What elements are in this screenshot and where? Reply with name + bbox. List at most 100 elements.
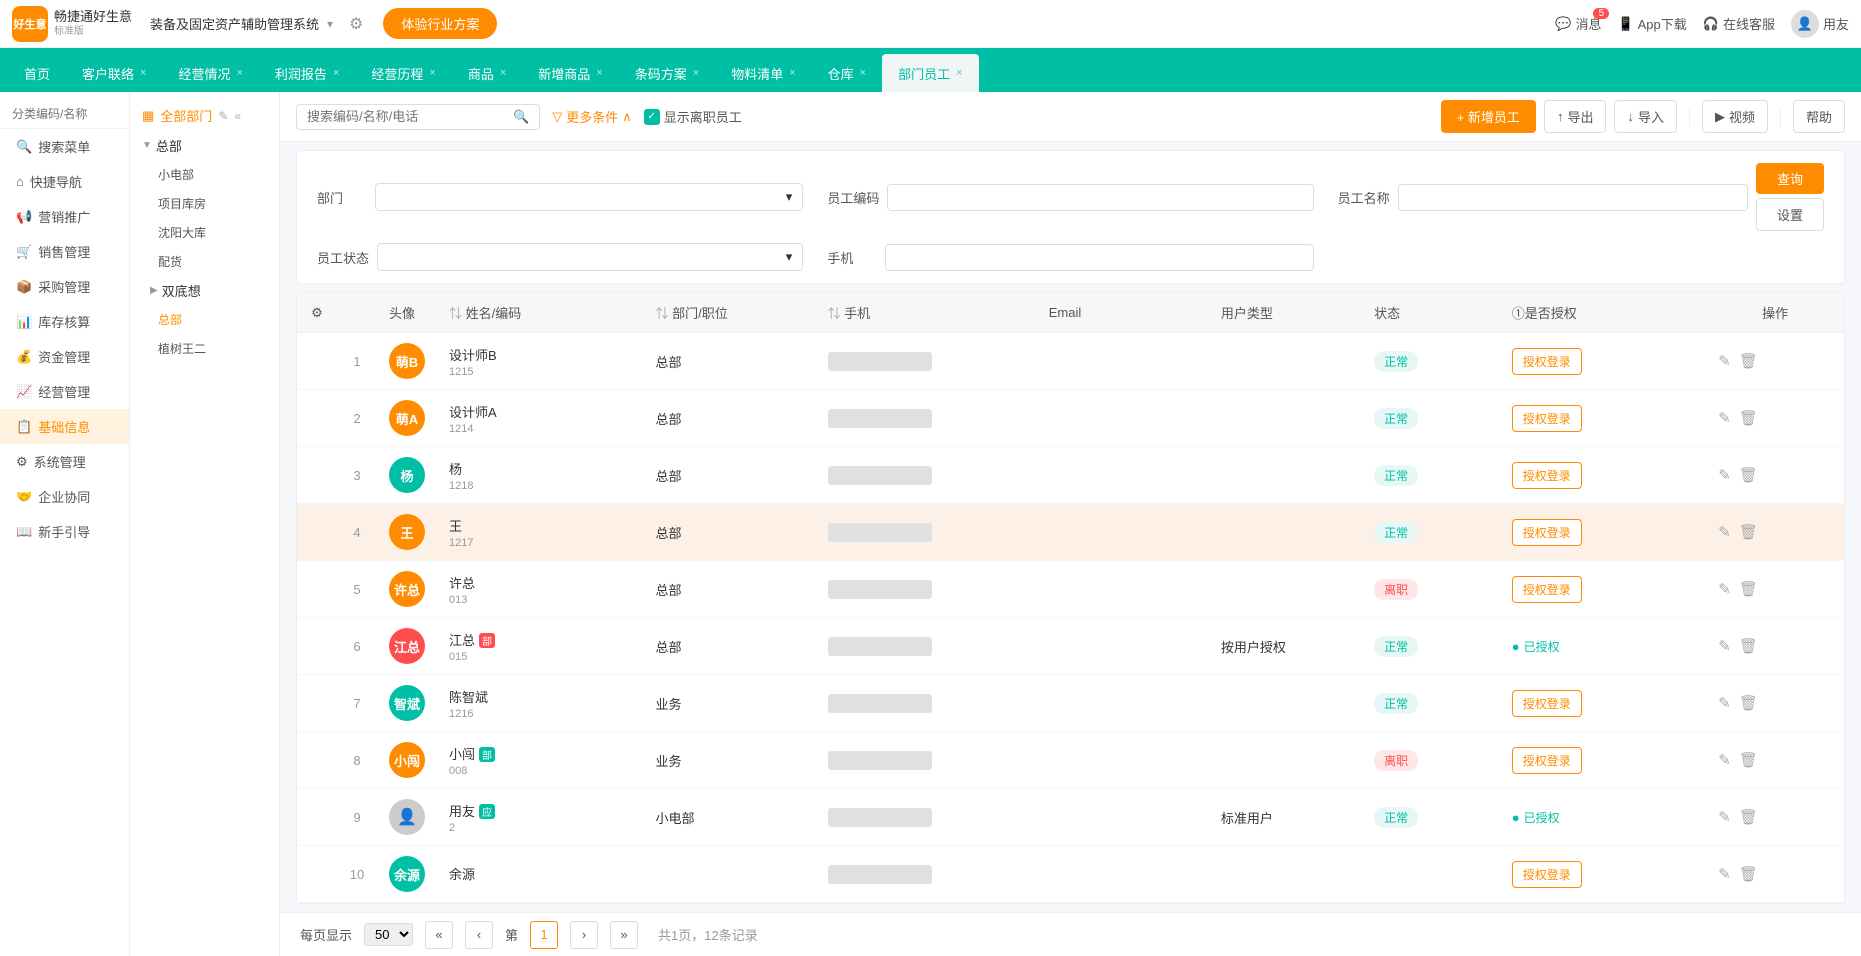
close-tab-icon[interactable]: × <box>140 67 146 79</box>
delete-btn-0[interactable]: 🗑 <box>1739 352 1758 370</box>
filter-empcode-input[interactable] <box>887 184 1313 211</box>
close-tab-icon[interactable]: × <box>693 67 699 79</box>
search-input[interactable] <box>307 109 507 124</box>
more-filter-btn[interactable]: ▽ 更多条件 ∧ <box>552 107 632 126</box>
view-button[interactable]: ▶ 视频 <box>1702 100 1768 133</box>
prev-page-btn[interactable]: ‹ <box>465 921 493 949</box>
close-tab-icon[interactable]: × <box>596 67 602 79</box>
collapse-hq-icon[interactable]: ▼ <box>142 140 152 151</box>
reset-button[interactable]: 设置 <box>1756 198 1824 231</box>
nav-tab-新增商品[interactable]: 新增商品× <box>522 54 618 92</box>
filter-phone-input[interactable] <box>885 244 1313 271</box>
nav-tab-条码方案[interactable]: 条码方案× <box>619 54 715 92</box>
auth-button-0[interactable]: 授权登录 <box>1512 348 1582 375</box>
expand-icon[interactable]: ▶ <box>150 285 158 296</box>
col-settings[interactable]: ⚙ <box>297 293 337 333</box>
sidebar-item-corp-collab[interactable]: 🤝企业协同 <box>0 479 129 514</box>
row-settings-2[interactable] <box>297 447 337 504</box>
close-tab-icon[interactable]: × <box>789 67 795 79</box>
close-tab-icon[interactable]: × <box>333 67 339 79</box>
add-employee-button[interactable]: + 新增员工 <box>1441 100 1536 133</box>
edit-btn-6[interactable]: ✎ <box>1718 694 1731 712</box>
collapse-icon[interactable]: « <box>234 109 241 123</box>
edit-btn-1[interactable]: ✎ <box>1718 409 1731 427</box>
gear-icon[interactable]: ⚙ <box>349 14 363 34</box>
auth-button-4[interactable]: 授权登录 <box>1512 576 1582 603</box>
nav-tab-物料清单[interactable]: 物料清单× <box>715 54 811 92</box>
nav-tab-仓库[interactable]: 仓库× <box>812 54 882 92</box>
sidebar-item-guide[interactable]: 📖新手引导 <box>0 514 129 549</box>
trial-button[interactable]: 体验行业方案 <box>383 8 497 39</box>
dept-item-xiaodian[interactable]: 小电部 <box>130 160 279 189</box>
delete-btn-5[interactable]: 🗑 <box>1739 637 1758 655</box>
per-page-select[interactable]: 50 <box>364 923 413 946</box>
import-button[interactable]: ↓ 导入 <box>1614 100 1677 133</box>
sidebar-item-sales[interactable]: 🛒销售管理 <box>0 234 129 269</box>
row-settings-1[interactable] <box>297 390 337 447</box>
close-tab-icon[interactable]: × <box>500 67 506 79</box>
dropdown-arrow-icon[interactable]: ▾ <box>327 17 333 31</box>
dept-all-btn[interactable]: ▦ 全部部门 ✎ « <box>130 100 279 131</box>
auth-button-9[interactable]: 授权登录 <box>1512 861 1582 888</box>
export-button[interactable]: ↑ 导出 <box>1544 100 1607 133</box>
dept-shuang-row[interactable]: ▶ 双底想 <box>130 276 279 305</box>
nav-tab-客户联络[interactable]: 客户联络× <box>66 54 162 92</box>
row-settings-8[interactable] <box>297 789 337 846</box>
sidebar-item-inventory[interactable]: 📊库存核算 <box>0 304 129 339</box>
auth-button-7[interactable]: 授权登录 <box>1512 747 1582 774</box>
edit-btn-2[interactable]: ✎ <box>1718 466 1731 484</box>
filter-dept-select[interactable]: ▾ <box>375 183 803 211</box>
edit-btn-8[interactable]: ✎ <box>1718 808 1731 826</box>
row-settings-9[interactable] <box>297 846 337 903</box>
edit-btn-5[interactable]: ✎ <box>1718 637 1731 655</box>
show-resigned-toggle[interactable]: ✓ 显示离职员工 <box>644 107 742 126</box>
edit-btn-9[interactable]: ✎ <box>1718 865 1731 883</box>
close-tab-icon[interactable]: × <box>860 67 866 79</box>
sidebar-item-search-menu[interactable]: 🔍搜索菜单 <box>0 129 129 164</box>
edit-btn-0[interactable]: ✎ <box>1718 352 1731 370</box>
row-settings-5[interactable] <box>297 618 337 675</box>
delete-btn-4[interactable]: 🗑 <box>1739 580 1758 598</box>
sidebar-item-purchase[interactable]: 📦采购管理 <box>0 269 129 304</box>
close-tab-icon[interactable]: × <box>429 67 435 79</box>
dept-item-zhishu[interactable]: 植树王二 <box>130 334 279 363</box>
message-button[interactable]: 💬 消息 5 <box>1555 14 1601 33</box>
search-icon[interactable]: 🔍 <box>513 109 529 125</box>
delete-btn-8[interactable]: 🗑 <box>1739 808 1758 826</box>
delete-btn-7[interactable]: 🗑 <box>1739 751 1758 769</box>
filter-empstatus-select[interactable]: ▾ <box>377 243 803 271</box>
sidebar-item-finance[interactable]: 💰资金管理 <box>0 339 129 374</box>
dept-item-zongbu[interactable]: 总部 <box>130 305 279 334</box>
delete-btn-3[interactable]: 🗑 <box>1739 523 1758 541</box>
user-menu[interactable]: 👤 用友 <box>1791 10 1849 38</box>
auth-button-1[interactable]: 授权登录 <box>1512 405 1582 432</box>
row-settings-0[interactable] <box>297 333 337 390</box>
edit-btn-3[interactable]: ✎ <box>1718 523 1731 541</box>
delete-btn-2[interactable]: 🗑 <box>1739 466 1758 484</box>
edit-dept-icon[interactable]: ✎ <box>218 109 228 123</box>
nav-tab-利润报告[interactable]: 利润报告× <box>259 54 355 92</box>
help-button[interactable]: 帮助 <box>1793 100 1845 133</box>
close-tab-icon[interactable]: × <box>236 67 242 79</box>
auth-button-3[interactable]: 授权登录 <box>1512 519 1582 546</box>
next-page-btn[interactable]: › <box>570 921 598 949</box>
auth-button-2[interactable]: 授权登录 <box>1512 462 1582 489</box>
sidebar-item-operations[interactable]: 📈经营管理 <box>0 374 129 409</box>
sidebar-item-quick-nav[interactable]: ⌂快捷导航 <box>0 164 129 199</box>
auth-button-6[interactable]: 授权登录 <box>1512 690 1582 717</box>
delete-btn-1[interactable]: 🗑 <box>1739 409 1758 427</box>
app-download-link[interactable]: 📱 App下载 <box>1617 14 1686 33</box>
row-settings-7[interactable] <box>297 732 337 789</box>
nav-tab-经营历程[interactable]: 经营历程× <box>355 54 451 92</box>
dept-item-peihuo[interactable]: 配货 <box>130 247 279 276</box>
sidebar-search-input[interactable] <box>12 107 130 121</box>
nav-tab-部门员工[interactable]: 部门员工× <box>882 54 978 92</box>
nav-tab-经营情况[interactable]: 经营情况× <box>162 54 258 92</box>
close-tab-icon[interactable]: × <box>956 67 962 79</box>
search-button[interactable]: 查询 <box>1756 163 1824 194</box>
row-settings-4[interactable] <box>297 561 337 618</box>
nav-tab-首页[interactable]: 首页 <box>8 54 66 92</box>
dept-item-xiangmu[interactable]: 项目库房 <box>130 189 279 218</box>
edit-btn-7[interactable]: ✎ <box>1718 751 1731 769</box>
row-settings-6[interactable] <box>297 675 337 732</box>
